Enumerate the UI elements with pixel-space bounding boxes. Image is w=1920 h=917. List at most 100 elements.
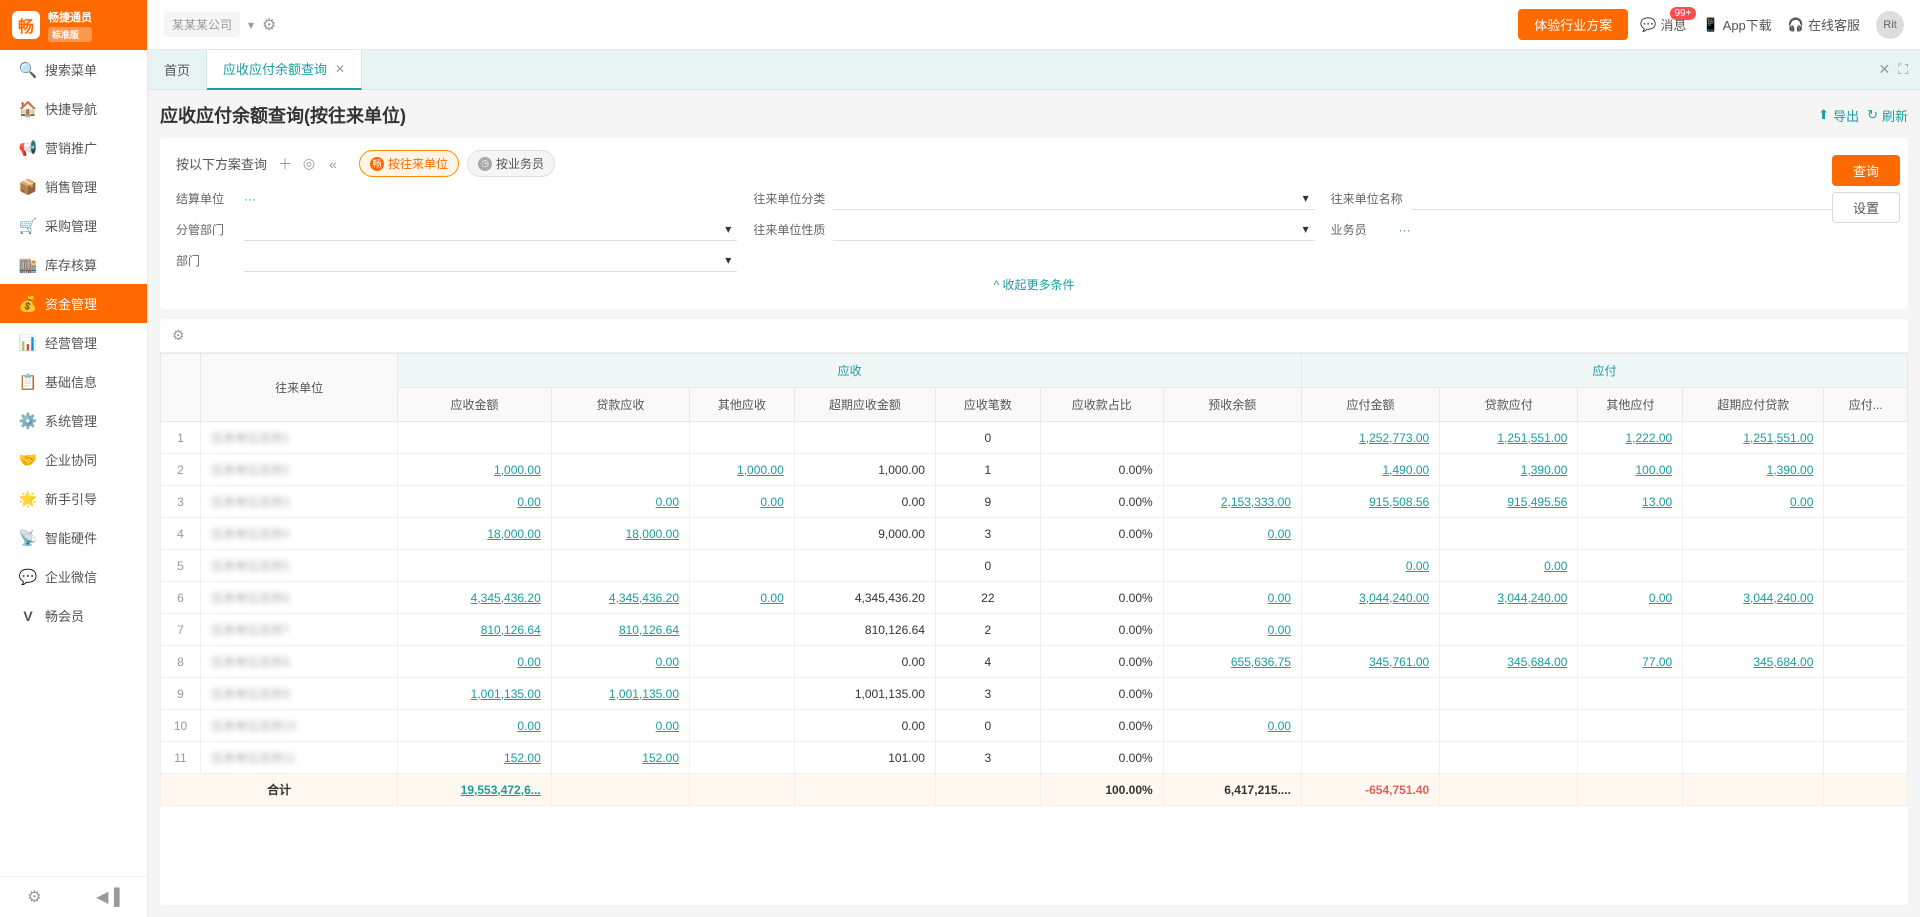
sidebar-item-finance[interactable]: 💰 资金管理 [0, 284, 147, 323]
filter-actions: ＋ ◎ « [275, 154, 343, 174]
service-button[interactable]: 🎧 在线客服 [1788, 15, 1860, 34]
cta-button[interactable]: 体验行业方案 [1518, 9, 1628, 40]
total-ar-amount: 19,553,472,6... [398, 774, 551, 806]
row-ap-amount-8 [1301, 678, 1439, 710]
filter-dept-select[interactable]: ▾ [244, 218, 737, 241]
row-partner-4: 往来单位名称5 [201, 550, 398, 582]
maximize-icon[interactable]: ⛶ [1898, 61, 1908, 78]
row-ar-advance-2: 2,153,333.00 [1163, 486, 1301, 518]
row-partner-1: 往来单位名称2 [201, 454, 398, 486]
row-partner-10: 往来单位名称11 [201, 742, 398, 774]
table-gear-icon[interactable]: ⚙ [172, 327, 185, 344]
operation-icon: 📊 [19, 334, 37, 352]
row-ar-ratio-3: 0.00% [1040, 518, 1163, 550]
settings-button[interactable]: 设置 [1832, 192, 1900, 223]
tab-receivable-query[interactable]: 应收应付余额查询 ✕ [207, 50, 362, 90]
scheme-tag-salesperson[interactable]: ◷ 按业务员 [467, 150, 555, 177]
table-row: 4 往来单位名称4 18,000.00 18,000.00 9,000.00 3… [161, 518, 1908, 550]
row-ar-other-4 [690, 550, 795, 582]
filter-partner-nature-select[interactable]: ▾ [833, 218, 1314, 241]
table-toolbar: ⚙ [160, 319, 1908, 353]
row-ar-ratio-5: 0.00% [1040, 582, 1163, 614]
row-ar-loan-2: 0.00 [551, 486, 689, 518]
row-ap-other-1: 100.00 [1578, 454, 1683, 486]
sidebar-item-basic[interactable]: 📋 基础信息 [0, 362, 147, 401]
row-ar-amount-10: 152.00 [398, 742, 551, 774]
page-actions: ⬆ 导出 ↻ 刷新 [1818, 106, 1908, 125]
th-ap-extra: 应付... [1824, 388, 1908, 422]
tab-bar: 首页 应收应付余额查询 ✕ ✕ ⛶ [148, 50, 1920, 90]
row-ar-count-1: 1 [935, 454, 1040, 486]
row-ap-loan-3 [1440, 518, 1578, 550]
tab-home[interactable]: 首页 [148, 50, 207, 90]
row-ar-count-5: 22 [935, 582, 1040, 614]
collapse-sidebar-icon[interactable]: ◀▐ [96, 887, 120, 907]
filter-settlement-label: 结算单位 [176, 190, 236, 207]
app-download-button[interactable]: 📱 App下载 [1702, 15, 1771, 34]
settings-gear-icon[interactable]: ⚙ [262, 15, 276, 35]
user-avatar[interactable]: Rit [1876, 11, 1904, 39]
tab-close-icon[interactable]: ✕ [335, 62, 345, 76]
target-scheme-icon[interactable]: ◎ [299, 154, 319, 174]
row-ar-advance-9: 0.00 [1163, 710, 1301, 742]
filter-label-row: 按以下方案查询 ＋ ◎ « 畅 按往来单位 ◷ 按业务员 [176, 150, 1892, 177]
add-scheme-icon[interactable]: ＋ [275, 154, 295, 174]
sidebar-item-sales[interactable]: 📦 销售管理 [0, 167, 147, 206]
sidebar-item-basic-label: 基础信息 [45, 372, 97, 391]
sidebar-item-system[interactable]: ⚙️ 系统管理 [0, 401, 147, 440]
sidebar-item-purchase[interactable]: 🛒 采购管理 [0, 206, 147, 245]
row-ar-amount-2: 0.00 [398, 486, 551, 518]
row-num-5: 6 [161, 582, 201, 614]
th-ap-other: 其他应付 [1578, 388, 1683, 422]
sidebar-item-guide[interactable]: 🌟 新手引导 [0, 479, 147, 518]
row-ap-other-3 [1578, 518, 1683, 550]
settings-footer-icon[interactable]: ⚙ [27, 887, 41, 907]
filter-salesperson-dots[interactable]: ··· [1399, 223, 1411, 237]
total-ar-ratio: 100.00% [1040, 774, 1163, 806]
filter-partner-name-input[interactable] [1411, 187, 1892, 210]
sidebar-item-search[interactable]: 🔍 搜索菜单 [0, 50, 147, 89]
row-ap-amount-6 [1301, 614, 1439, 646]
filter-partner-type-select[interactable]: ▾ [833, 187, 1314, 210]
sidebar-item-wechat[interactable]: 💬 企业微信 [0, 557, 147, 596]
sidebar-item-marketing[interactable]: 📢 营销推广 [0, 128, 147, 167]
th-ar-other: 其他应收 [690, 388, 795, 422]
chevron-down-icon: ▾ [1303, 191, 1309, 205]
messages-button[interactable]: 💬 消息 99+ [1640, 15, 1686, 34]
filter-subdept-select[interactable]: ▾ [244, 249, 737, 272]
sidebar-item-inventory[interactable]: 🏬 库存核算 [0, 245, 147, 284]
row-ap-overdue-7: 345,684.00 [1683, 646, 1824, 678]
refresh-button[interactable]: ↻ 刷新 [1867, 106, 1908, 125]
query-button[interactable]: 查询 [1832, 155, 1900, 186]
sidebar-item-inventory-label: 库存核算 [45, 255, 97, 274]
total-ap-other [1578, 774, 1683, 806]
sidebar-item-nav[interactable]: 🏠 快捷导航 [0, 89, 147, 128]
top-header: 某某某公司 ▾ ⚙ 体验行业方案 💬 消息 99+ 📱 App下载 🎧 在线客服 [148, 0, 1920, 50]
row-ap-loan-9 [1440, 710, 1578, 742]
row-ap-loan-10 [1440, 742, 1578, 774]
sidebar-item-enterprise[interactable]: 🤝 企业协同 [0, 440, 147, 479]
tab-bar-actions: ✕ ⛶ [1866, 61, 1920, 78]
sidebar-item-operation[interactable]: 📊 经营管理 [0, 323, 147, 362]
row-ap-amount-0: 1,252,773.00 [1301, 422, 1439, 454]
sidebar-item-member[interactable]: V 畅会员 [0, 596, 147, 635]
collapse-scheme-icon[interactable]: « [323, 154, 343, 174]
chevron-down-dept-icon: ▾ [725, 222, 731, 236]
row-ar-overdue-0 [794, 422, 935, 454]
service-label: 在线客服 [1808, 15, 1860, 34]
scheme-tag-salesperson-label: 按业务员 [496, 155, 544, 172]
row-ar-advance-0 [1163, 422, 1301, 454]
row-num-6: 7 [161, 614, 201, 646]
filter-field-partner-nature: 往来单位性质 ▾ [753, 218, 1314, 241]
row-ar-amount-6: 810,126.64 [398, 614, 551, 646]
row-ap-extra-0 [1824, 422, 1908, 454]
sidebar-item-hardware[interactable]: 📡 智能硬件 [0, 518, 147, 557]
filter-collapse-button[interactable]: ^ 收起更多条件 [176, 272, 1892, 297]
th-ar-count: 应收笔数 [935, 388, 1040, 422]
export-button[interactable]: ⬆ 导出 [1818, 106, 1859, 125]
close-window-icon[interactable]: ✕ [1878, 61, 1890, 78]
filter-settlement-dots[interactable]: ··· [244, 192, 256, 206]
sidebar-item-marketing-label: 营销推广 [45, 138, 97, 157]
scheme-tag-partner[interactable]: 畅 按往来单位 [359, 150, 459, 177]
breadcrumb: 某某某公司 ▾ ⚙ [164, 12, 1506, 37]
